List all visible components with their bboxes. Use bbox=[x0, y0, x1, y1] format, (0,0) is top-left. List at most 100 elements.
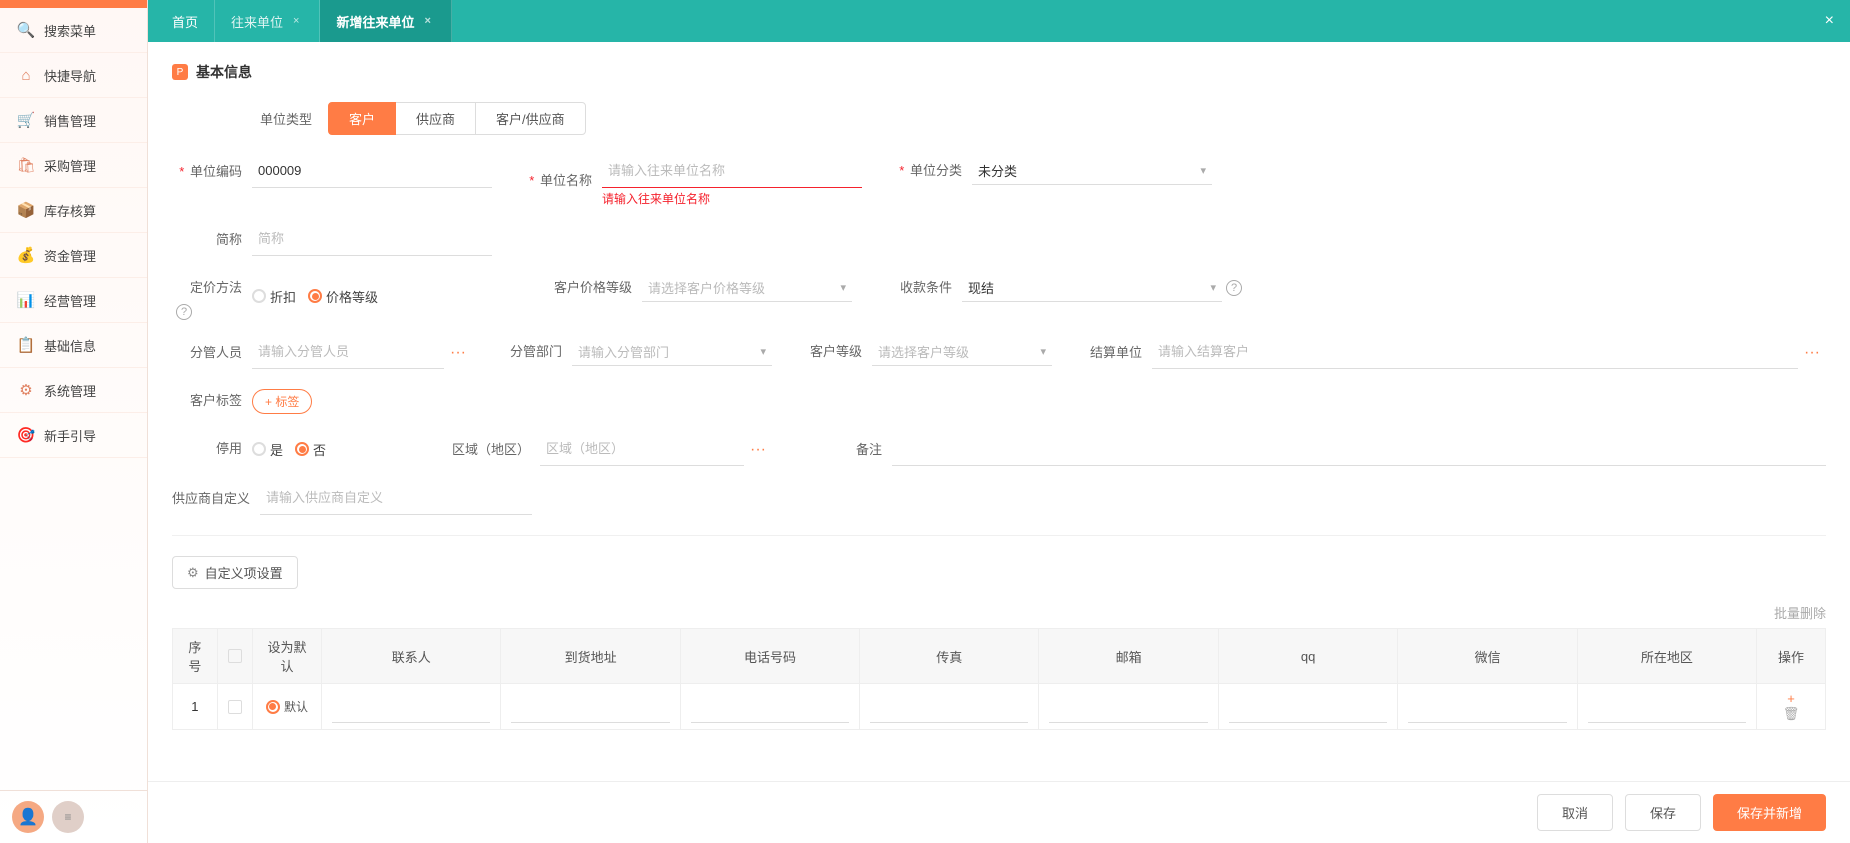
disabled-radio-group: 是 否 bbox=[252, 440, 326, 459]
sidebar-item-label: 搜索菜单 bbox=[44, 21, 96, 40]
row-checkbox[interactable] bbox=[228, 700, 242, 714]
sidebar-item-operations[interactable]: 📊 经营管理 bbox=[0, 278, 147, 323]
disabled-no-option[interactable]: 否 bbox=[295, 440, 326, 459]
custom-settings-label: 自定义项设置 bbox=[205, 563, 283, 582]
phone-input[interactable] bbox=[691, 690, 849, 723]
pricing-help-icon[interactable]: ? bbox=[176, 304, 192, 320]
tab-new-unit-close[interactable]: × bbox=[420, 13, 434, 29]
sidebar-item-purchase[interactable]: 🛍 采购管理 bbox=[0, 143, 147, 188]
payment-condition-select[interactable]: 现结 ▾ bbox=[962, 274, 1222, 302]
dept-select[interactable]: 请输入分管部门 ▾ bbox=[572, 338, 772, 366]
table-header: 序号 设为默认 联系人 到货地址 电话号码 传真 邮箱 qq 微信 所在地区 bbox=[173, 629, 1826, 684]
abbr-input[interactable] bbox=[252, 223, 492, 256]
unit-type-both-btn[interactable]: 客户/供应商 bbox=[475, 102, 586, 135]
col-region: 所在地区 bbox=[1577, 629, 1756, 684]
col-address: 到货地址 bbox=[501, 629, 680, 684]
category-label: * 单位分类 bbox=[892, 155, 972, 187]
custom-settings-button[interactable]: ⚙ 自定义项设置 bbox=[172, 556, 298, 589]
select-all-checkbox[interactable] bbox=[228, 649, 242, 663]
sidebar-item-quick-nav[interactable]: ⌂ 快捷导航 bbox=[0, 53, 147, 98]
manager-more-btn[interactable]: ··· bbox=[444, 337, 472, 369]
sidebar-item-base-info[interactable]: 📋 基础信息 bbox=[0, 323, 147, 368]
sidebar-item-finance[interactable]: 💰 资金管理 bbox=[0, 233, 147, 278]
default-radio-circle[interactable] bbox=[266, 700, 280, 714]
settings-btn[interactable]: ≡ bbox=[52, 801, 84, 833]
manager-input[interactable] bbox=[252, 336, 444, 369]
payment-help-icon[interactable]: ? bbox=[1226, 280, 1242, 296]
remark-field: 备注 bbox=[812, 433, 1826, 466]
sidebar-item-inventory[interactable]: 📦 库存核算 bbox=[0, 188, 147, 233]
name-label: * 单位名称 bbox=[522, 165, 602, 197]
disabled-label: 停用 bbox=[172, 433, 252, 465]
abbr-label: 简称 bbox=[172, 224, 252, 256]
sidebar-item-guide[interactable]: 🎯 新手引导 bbox=[0, 413, 147, 458]
cell-wechat bbox=[1398, 684, 1577, 730]
settlement-input[interactable] bbox=[1152, 336, 1798, 369]
delete-row-btn[interactable]: 🗑 bbox=[1777, 704, 1806, 723]
region-label: 区域（地区） bbox=[452, 434, 540, 466]
contact-input[interactable] bbox=[332, 690, 490, 723]
category-select[interactable]: 未分类 ▾ bbox=[972, 157, 1212, 185]
settlement-more-btn[interactable]: ··· bbox=[1798, 337, 1826, 369]
save-new-button[interactable]: 保存并新增 bbox=[1713, 794, 1826, 831]
sidebar-item-label: 新手引导 bbox=[44, 426, 96, 445]
chevron-down-icon: ▾ bbox=[1040, 345, 1046, 358]
radio-dot bbox=[312, 293, 319, 300]
unit-type-supplier-btn[interactable]: 供应商 bbox=[396, 102, 475, 135]
customer-level-field: 客户等级 请选择客户等级 ▾ bbox=[792, 336, 1052, 368]
add-tag-button[interactable]: + 标签 bbox=[252, 389, 312, 414]
section-icon: P bbox=[172, 64, 188, 80]
tags-field: 客户标签 + 标签 bbox=[172, 385, 1826, 417]
customer-level-placeholder: 请选择客户等级 bbox=[878, 342, 1040, 361]
sidebar-item-sales[interactable]: 🛒 销售管理 bbox=[0, 98, 147, 143]
cancel-button[interactable]: 取消 bbox=[1537, 794, 1613, 831]
customer-price-level-field: 客户价格等级 请选择客户价格等级 ▾ bbox=[552, 272, 852, 304]
tab-units[interactable]: 往来单位 × bbox=[215, 0, 320, 42]
name-input[interactable] bbox=[602, 155, 862, 188]
remark-input[interactable] bbox=[892, 433, 1826, 466]
tab-units-close[interactable]: × bbox=[289, 13, 303, 29]
chart-icon: 📊 bbox=[16, 290, 36, 310]
wechat-input[interactable] bbox=[1408, 690, 1566, 723]
customer-price-level-select[interactable]: 请选择客户价格等级 ▾ bbox=[642, 274, 852, 302]
region-more-btn[interactable]: ··· bbox=[744, 434, 772, 466]
unit-type-row: 单位类型 客户 供应商 客户/供应商 bbox=[172, 102, 1826, 135]
save-button[interactable]: 保存 bbox=[1625, 794, 1701, 831]
cell-email bbox=[1039, 684, 1218, 730]
form-row-3: 定价方法 ? 折扣 价格等级 客户价格 bbox=[172, 272, 1826, 320]
disabled-yes-radio[interactable] bbox=[252, 442, 266, 456]
name-field: * 单位名称 请输入往来单位名称 bbox=[522, 155, 862, 207]
customer-level-select[interactable]: 请选择客户等级 ▾ bbox=[872, 338, 1052, 366]
fax-input[interactable] bbox=[870, 690, 1028, 723]
region-input[interactable] bbox=[540, 433, 744, 466]
chevron-down-icon: ▾ bbox=[1210, 281, 1216, 294]
sidebar-item-label: 资金管理 bbox=[44, 246, 96, 265]
contacts-table: 序号 设为默认 联系人 到货地址 电话号码 传真 邮箱 qq 微信 所在地区 bbox=[172, 628, 1826, 730]
pricing-price-level-radio[interactable] bbox=[308, 289, 322, 303]
disabled-yes-option[interactable]: 是 bbox=[252, 440, 283, 459]
tabbar-close-btn[interactable]: × bbox=[1817, 8, 1842, 34]
sidebar-item-system[interactable]: ⚙ 系统管理 bbox=[0, 368, 147, 413]
batch-delete-btn[interactable]: 批量删除 bbox=[1774, 606, 1826, 621]
cell-default: 默认 bbox=[252, 684, 321, 730]
code-label: * 单位编码 bbox=[172, 156, 252, 188]
pricing-radio-group: 折扣 价格等级 bbox=[252, 287, 378, 306]
search-icon: 🔍 bbox=[16, 20, 36, 40]
bag-icon: 🛍 bbox=[16, 155, 36, 175]
disabled-no-radio[interactable] bbox=[295, 442, 309, 456]
user-avatar[interactable]: 👤 bbox=[12, 801, 44, 833]
row-region-input[interactable] bbox=[1588, 690, 1746, 723]
row-default-radio[interactable]: 默认 bbox=[263, 698, 311, 715]
tab-home[interactable]: 首页 bbox=[156, 0, 215, 42]
unit-type-customer-btn[interactable]: 客户 bbox=[328, 102, 396, 135]
pricing-discount-radio[interactable] bbox=[252, 289, 266, 303]
email-input[interactable] bbox=[1049, 690, 1207, 723]
code-input[interactable] bbox=[252, 155, 492, 188]
supplier-custom-input[interactable] bbox=[260, 482, 532, 515]
address-input[interactable] bbox=[511, 690, 669, 723]
pricing-discount-option[interactable]: 折扣 bbox=[252, 287, 296, 306]
tab-new-unit[interactable]: 新增往来单位 × bbox=[320, 0, 451, 42]
qq-input[interactable] bbox=[1229, 690, 1388, 723]
pricing-price-level-option[interactable]: 价格等级 bbox=[308, 287, 378, 306]
sidebar-item-search[interactable]: 🔍 搜索菜单 bbox=[0, 8, 147, 53]
